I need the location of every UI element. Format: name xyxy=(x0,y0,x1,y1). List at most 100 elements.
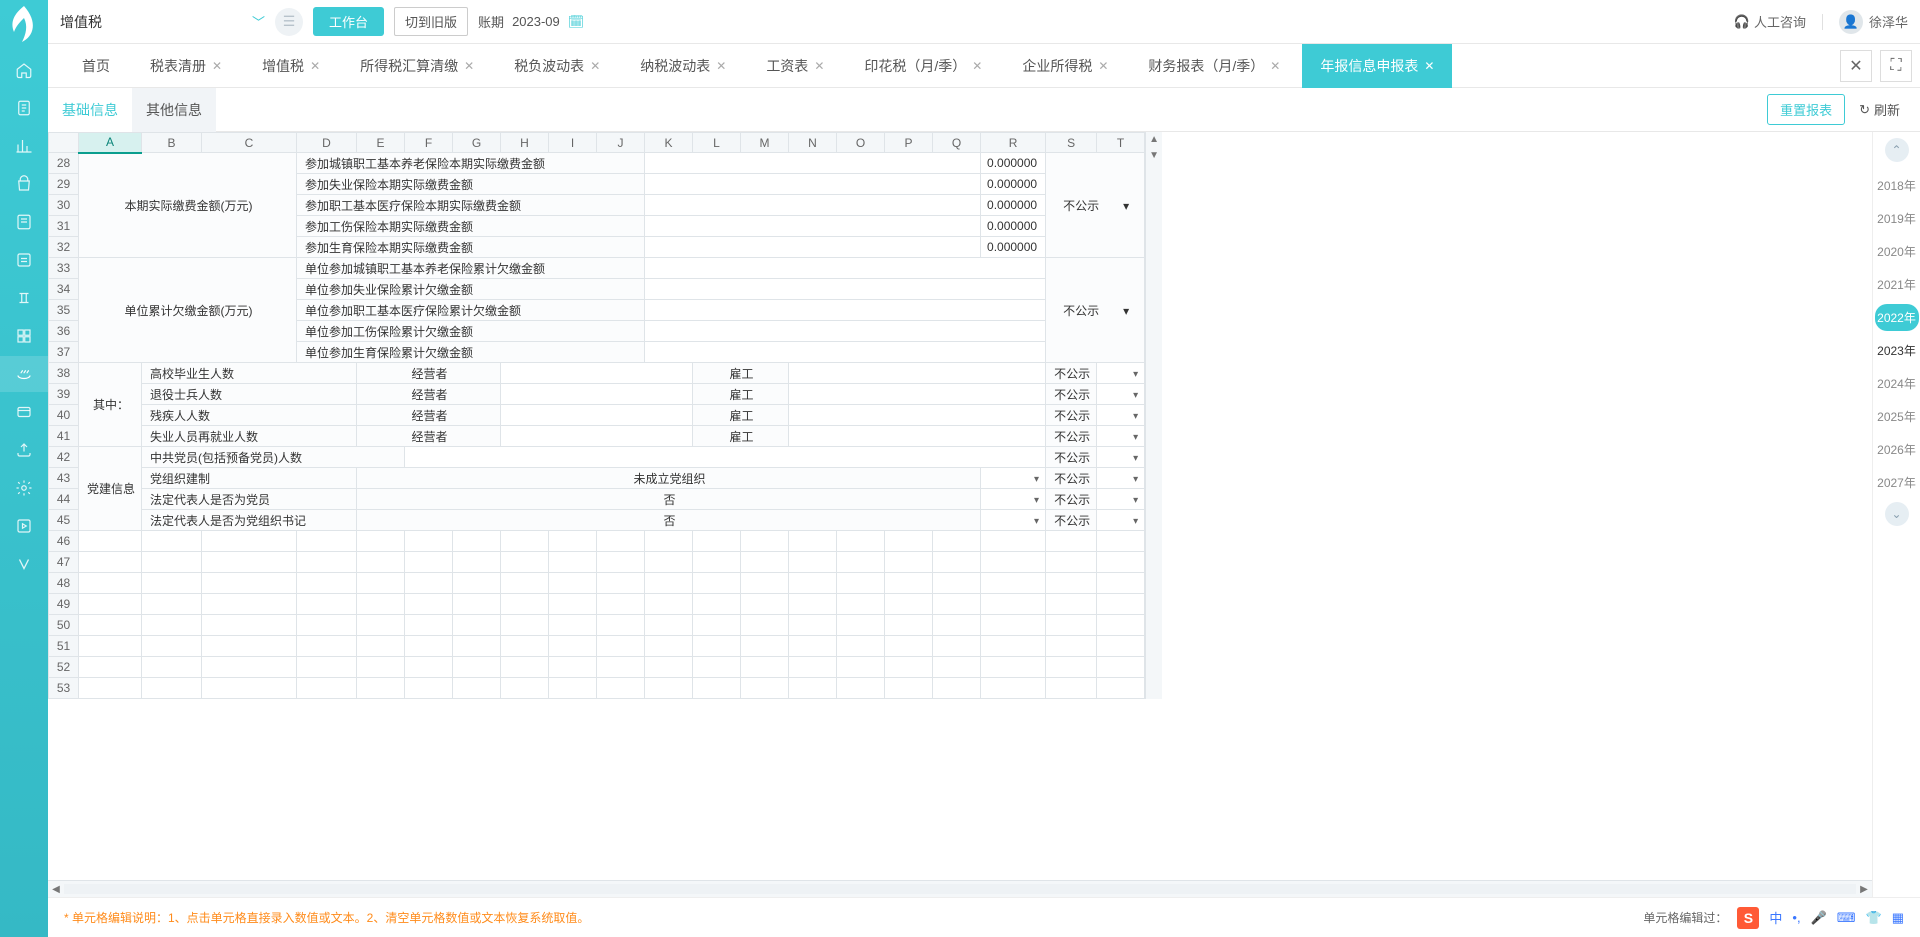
col-I[interactable]: I xyxy=(549,133,597,153)
col-H[interactable]: H xyxy=(501,133,549,153)
doc-icon[interactable] xyxy=(0,90,48,126)
tab-3[interactable]: 所得税汇算清缴✕ xyxy=(342,44,492,88)
tab-5[interactable]: 纳税波动表✕ xyxy=(622,44,744,88)
expand-icon[interactable]: ⛶ xyxy=(1880,50,1912,82)
row-41[interactable]: 41 xyxy=(49,426,79,447)
subtab-other[interactable]: 其他信息 xyxy=(132,88,216,132)
scroll-left-icon[interactable]: ◀ xyxy=(48,884,64,895)
card-icon[interactable] xyxy=(0,394,48,430)
row-46[interactable]: 46 xyxy=(49,531,79,552)
ime-lang[interactable]: 中 xyxy=(1769,908,1782,927)
col-S[interactable]: S xyxy=(1046,133,1097,153)
row-40[interactable]: 40 xyxy=(49,405,79,426)
close-icon[interactable]: ✕ xyxy=(1424,59,1434,73)
scroll-up-icon[interactable]: ▲ xyxy=(1146,132,1162,148)
ime-punct-icon[interactable]: •, xyxy=(1792,910,1800,925)
scroll-right-icon[interactable]: ▶ xyxy=(1856,884,1872,895)
col-D[interactable]: D xyxy=(297,133,357,153)
tab-8[interactable]: 企业所得税✕ xyxy=(1004,44,1126,88)
year-2018年[interactable]: 2018年 xyxy=(1875,172,1919,199)
row-45[interactable]: 45 xyxy=(49,510,79,531)
year-2026年[interactable]: 2026年 xyxy=(1875,436,1919,463)
reset-button[interactable]: 重置报表 xyxy=(1767,94,1845,125)
doc-circle-icon[interactable]: ☰ xyxy=(275,8,303,36)
switch-old-button[interactable]: 切到旧版 xyxy=(394,7,468,36)
play-icon[interactable] xyxy=(0,508,48,544)
close-icon[interactable]: ✕ xyxy=(464,59,474,73)
tab-9[interactable]: 财务报表（月/季）✕ xyxy=(1130,44,1298,88)
row-50[interactable]: 50 xyxy=(49,615,79,636)
row-42[interactable]: 42 xyxy=(49,447,79,468)
grid[interactable]: ABCDEFGHIJKLMNOPQRST28本期实际缴费金额(万元)参加城镇职工… xyxy=(48,132,1145,699)
year-2025年[interactable]: 2025年 xyxy=(1875,403,1919,430)
close-tabs-icon[interactable]: ✕ xyxy=(1840,50,1872,82)
v-icon[interactable] xyxy=(0,546,48,582)
row-29[interactable]: 29 xyxy=(49,174,79,195)
horizontal-scrollbar[interactable]: ◀ ▶ xyxy=(48,880,1872,897)
row-37[interactable]: 37 xyxy=(49,342,79,363)
col-C[interactable]: C xyxy=(202,133,297,153)
year-2019年[interactable]: 2019年 xyxy=(1875,205,1919,232)
row-35[interactable]: 35 xyxy=(49,300,79,321)
tab-7[interactable]: 印花税（月/季）✕ xyxy=(846,44,1000,88)
row-49[interactable]: 49 xyxy=(49,594,79,615)
text-icon[interactable] xyxy=(0,280,48,316)
close-icon[interactable]: ✕ xyxy=(590,59,600,73)
grid-icon[interactable] xyxy=(0,318,48,354)
col-R[interactable]: R xyxy=(981,133,1046,153)
close-icon[interactable]: ✕ xyxy=(212,59,222,73)
col-T[interactable]: T xyxy=(1097,133,1145,153)
row-51[interactable]: 51 xyxy=(49,636,79,657)
col-M[interactable]: M xyxy=(741,133,789,153)
subtab-basic[interactable]: 基础信息 xyxy=(48,88,132,132)
row-52[interactable]: 52 xyxy=(49,657,79,678)
col-L[interactable]: L xyxy=(693,133,741,153)
close-icon[interactable]: ✕ xyxy=(1270,59,1280,73)
workspace-button[interactable]: 工作台 xyxy=(313,7,384,36)
close-icon[interactable]: ✕ xyxy=(814,59,824,73)
scroll-down-icon[interactable]: ▼ xyxy=(1146,148,1162,164)
close-icon[interactable]: ✕ xyxy=(1098,59,1108,73)
rail-up-icon[interactable]: ⌃ xyxy=(1885,138,1909,162)
col-F[interactable]: F xyxy=(405,133,453,153)
gear-icon[interactable] xyxy=(0,470,48,506)
close-icon[interactable]: ✕ xyxy=(716,59,726,73)
ime-skin-icon[interactable]: 👕 xyxy=(1866,910,1882,926)
calendar-icon[interactable]: 🗓 xyxy=(568,14,585,30)
upload-icon[interactable] xyxy=(0,432,48,468)
spreadsheet[interactable]: ABCDEFGHIJKLMNOPQRST28本期实际缴费金额(万元)参加城镇职工… xyxy=(48,132,1872,880)
col-Q[interactable]: Q xyxy=(933,133,981,153)
year-2022年[interactable]: 2022年 xyxy=(1875,304,1919,331)
col-J[interactable]: J xyxy=(597,133,645,153)
row-31[interactable]: 31 xyxy=(49,216,79,237)
row-48[interactable]: 48 xyxy=(49,573,79,594)
year-2023年[interactable]: 2023年 xyxy=(1875,337,1919,364)
row-44[interactable]: 44 xyxy=(49,489,79,510)
user-menu[interactable]: 👤 徐泽华 xyxy=(1839,10,1908,34)
refresh-button[interactable]: ↻ 刷新 xyxy=(1859,100,1900,119)
col-P[interactable]: P xyxy=(885,133,933,153)
col-G[interactable]: G xyxy=(453,133,501,153)
row-33[interactable]: 33 xyxy=(49,258,79,279)
col-A[interactable]: A xyxy=(79,133,142,153)
help-button[interactable]: 🎧 人工咨询 xyxy=(1734,12,1806,31)
steam-icon[interactable] xyxy=(0,356,48,392)
close-icon[interactable]: ✕ xyxy=(310,59,320,73)
sogou-ime-icon[interactable]: S xyxy=(1737,907,1759,929)
chart-icon[interactable] xyxy=(0,128,48,164)
col-N[interactable]: N xyxy=(789,133,837,153)
tab-0[interactable]: 首页 xyxy=(64,44,128,88)
col-B[interactable]: B xyxy=(142,133,202,153)
ime-mic-icon[interactable]: 🎤 xyxy=(1811,910,1827,926)
year-2024年[interactable]: 2024年 xyxy=(1875,370,1919,397)
tab-1[interactable]: 税表清册✕ xyxy=(132,44,240,88)
row-30[interactable]: 30 xyxy=(49,195,79,216)
tab-4[interactable]: 税负波动表✕ xyxy=(496,44,618,88)
period-value[interactable]: 2023-09 xyxy=(512,14,560,29)
module-dropdown[interactable]: 增值税 ﹀ xyxy=(60,12,265,32)
col-K[interactable]: K xyxy=(645,133,693,153)
home-icon[interactable] xyxy=(0,52,48,88)
row-53[interactable]: 53 xyxy=(49,678,79,699)
tab-2[interactable]: 增值税✕ xyxy=(244,44,338,88)
bag-icon[interactable] xyxy=(0,166,48,202)
